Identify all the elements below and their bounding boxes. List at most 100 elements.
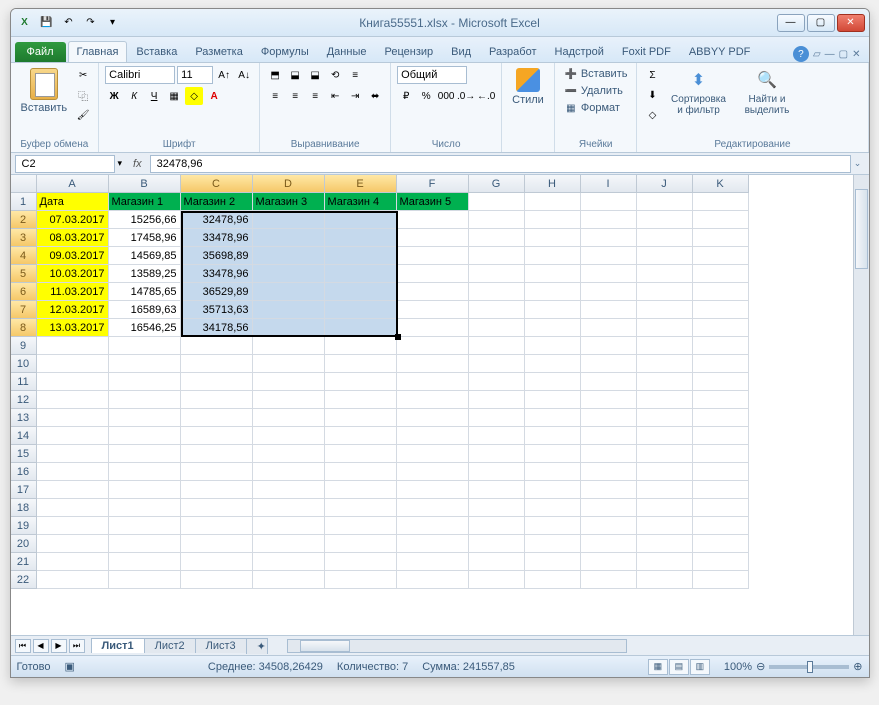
bold-icon[interactable]: Ж <box>105 87 123 105</box>
cell-D20[interactable] <box>253 535 325 553</box>
cell-E12[interactable] <box>325 391 397 409</box>
cell-I22[interactable] <box>581 571 637 589</box>
zoom-slider[interactable] <box>769 665 849 669</box>
cell-I1[interactable] <box>581 193 637 211</box>
clear-icon[interactable]: ◇ <box>643 106 661 124</box>
cell-G19[interactable] <box>469 517 525 535</box>
row-header-16[interactable]: 16 <box>11 463 37 481</box>
name-box[interactable]: C2 <box>15 155 115 173</box>
cell-C12[interactable] <box>181 391 253 409</box>
cell-H8[interactable] <box>525 319 581 337</box>
merge-icon[interactable]: ⬌ <box>366 87 384 105</box>
font-name-combo[interactable]: Calibri <box>105 66 175 84</box>
col-header-B[interactable]: B <box>109 175 181 193</box>
view-normal-icon[interactable]: ▦ <box>648 659 668 675</box>
cell-I10[interactable] <box>581 355 637 373</box>
cell-K11[interactable] <box>693 373 749 391</box>
cell-C16[interactable] <box>181 463 253 481</box>
cell-J22[interactable] <box>637 571 693 589</box>
cell-H10[interactable] <box>525 355 581 373</box>
cell-E17[interactable] <box>325 481 397 499</box>
cell-D5[interactable] <box>253 265 325 283</box>
cell-K9[interactable] <box>693 337 749 355</box>
cell-C1[interactable]: Магазин 2 <box>181 193 253 211</box>
row-header-4[interactable]: 4 <box>11 247 37 265</box>
cell-E15[interactable] <box>325 445 397 463</box>
cell-J10[interactable] <box>637 355 693 373</box>
cell-J9[interactable] <box>637 337 693 355</box>
cell-H2[interactable] <box>525 211 581 229</box>
cell-H3[interactable] <box>525 229 581 247</box>
insert-cells-button[interactable]: ➕Вставить <box>561 66 631 82</box>
cell-A19[interactable] <box>37 517 109 535</box>
cell-I9[interactable] <box>581 337 637 355</box>
cell-F19[interactable] <box>397 517 469 535</box>
cell-H9[interactable] <box>525 337 581 355</box>
cell-H21[interactable] <box>525 553 581 571</box>
cell-A21[interactable] <box>37 553 109 571</box>
cell-I4[interactable] <box>581 247 637 265</box>
cell-K16[interactable] <box>693 463 749 481</box>
doc-close-icon[interactable]: ✕ <box>852 49 860 60</box>
cell-H16[interactable] <box>525 463 581 481</box>
tab-insert[interactable]: Вставка <box>127 41 186 62</box>
cell-J1[interactable] <box>637 193 693 211</box>
cell-I19[interactable] <box>581 517 637 535</box>
col-header-A[interactable]: A <box>37 175 109 193</box>
cell-F4[interactable] <box>397 247 469 265</box>
cell-H11[interactable] <box>525 373 581 391</box>
cell-H15[interactable] <box>525 445 581 463</box>
cell-K1[interactable] <box>693 193 749 211</box>
cell-C5[interactable]: 33478,96 <box>181 265 253 283</box>
italic-icon[interactable]: К <box>125 87 143 105</box>
cell-A7[interactable]: 12.03.2017 <box>37 301 109 319</box>
cell-J20[interactable] <box>637 535 693 553</box>
cell-H22[interactable] <box>525 571 581 589</box>
orientation-icon[interactable]: ⟲ <box>326 66 344 84</box>
cell-E22[interactable] <box>325 571 397 589</box>
cell-A15[interactable] <box>37 445 109 463</box>
cell-K14[interactable] <box>693 427 749 445</box>
cell-I6[interactable] <box>581 283 637 301</box>
zoom-in-icon[interactable]: ⊕ <box>853 660 862 673</box>
cell-E13[interactable] <box>325 409 397 427</box>
cell-E11[interactable] <box>325 373 397 391</box>
zoom-out-icon[interactable]: ⊖ <box>756 660 765 673</box>
cell-A22[interactable] <box>37 571 109 589</box>
cell-D12[interactable] <box>253 391 325 409</box>
doc-minimize-icon[interactable]: — <box>825 49 835 60</box>
cell-E4[interactable] <box>325 247 397 265</box>
cell-E10[interactable] <box>325 355 397 373</box>
cell-A11[interactable] <box>37 373 109 391</box>
cell-F14[interactable] <box>397 427 469 445</box>
cell-J21[interactable] <box>637 553 693 571</box>
cell-C6[interactable]: 36529,89 <box>181 283 253 301</box>
cell-J7[interactable] <box>637 301 693 319</box>
cell-H18[interactable] <box>525 499 581 517</box>
cell-B22[interactable] <box>109 571 181 589</box>
cell-B15[interactable] <box>109 445 181 463</box>
cell-E1[interactable]: Магазин 4 <box>325 193 397 211</box>
copy-icon[interactable]: ⿻ <box>74 86 92 104</box>
cell-I3[interactable] <box>581 229 637 247</box>
cell-K2[interactable] <box>693 211 749 229</box>
cell-F16[interactable] <box>397 463 469 481</box>
cell-G12[interactable] <box>469 391 525 409</box>
number-format-combo[interactable]: Общий <box>397 66 467 84</box>
undo-icon[interactable]: ↶ <box>59 13 79 33</box>
cell-G9[interactable] <box>469 337 525 355</box>
cell-C11[interactable] <box>181 373 253 391</box>
styles-button[interactable]: Стили <box>508 66 548 108</box>
cell-B2[interactable]: 15256,66 <box>109 211 181 229</box>
format-painter-icon[interactable]: 🖌 <box>74 106 92 124</box>
cell-C15[interactable] <box>181 445 253 463</box>
cell-I17[interactable] <box>581 481 637 499</box>
cell-F8[interactable] <box>397 319 469 337</box>
cell-G4[interactable] <box>469 247 525 265</box>
cell-A8[interactable]: 13.03.2017 <box>37 319 109 337</box>
cell-D4[interactable] <box>253 247 325 265</box>
row-header-1[interactable]: 1 <box>11 193 37 211</box>
cell-B17[interactable] <box>109 481 181 499</box>
cell-C10[interactable] <box>181 355 253 373</box>
cell-K12[interactable] <box>693 391 749 409</box>
